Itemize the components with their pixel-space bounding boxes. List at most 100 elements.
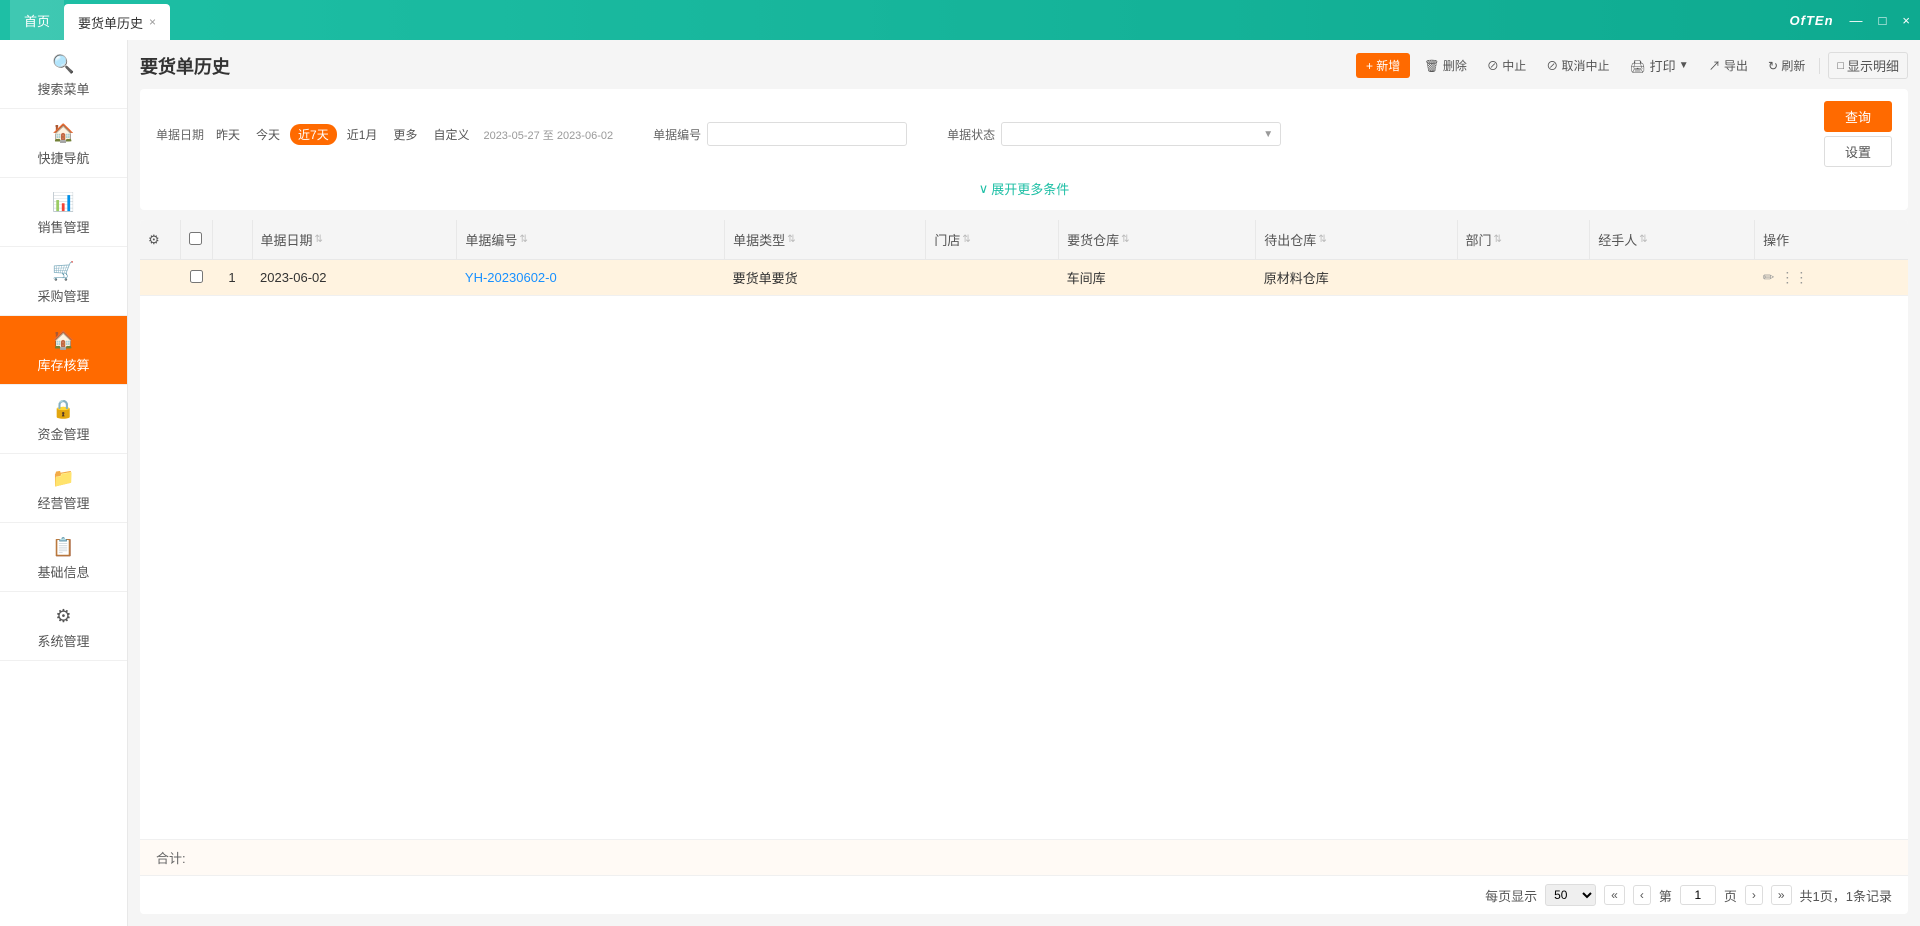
sort-icon-reqwarehouse: ⇅ [1121,234,1129,245]
doc-number-input[interactable] [707,122,907,146]
date-tab-yesterday[interactable]: 昨天 [210,124,246,145]
export-button[interactable]: ↗ 导出 [1703,53,1754,78]
doc-status-label: 单据状态 [947,126,995,143]
expand-more-icon: ∨ [979,181,989,197]
page-number-input[interactable] [1680,885,1716,905]
th-handler-label: 经手人 [1598,230,1637,249]
summary-label: 合计: [156,851,186,866]
sort-icon-pendingwarehouse: ⇅ [1318,234,1326,245]
tab-home[interactable]: 首页 [10,0,64,40]
setting-button[interactable]: 设置 [1824,136,1892,167]
th-doc-number[interactable]: 单据编号 ⇅ [457,220,725,260]
th-checkbox [180,220,212,260]
prev-page-button[interactable]: ‹ [1633,885,1651,905]
first-page-button[interactable]: « [1604,885,1625,905]
select-all-checkbox[interactable] [189,232,202,245]
row-num: 1 [228,270,235,285]
print-dropdown-icon[interactable]: ▼ [1679,60,1689,71]
refresh-button[interactable]: ↻ 刷新 [1762,53,1811,78]
td-pending-warehouse: 原材料仓库 [1256,260,1457,296]
th-date[interactable]: 单据日期 ⇅ [252,220,457,260]
purchase-icon: 🛒 [52,261,74,282]
sidebar-item-base-info[interactable]: 📋 基础信息 [0,523,127,592]
date-filter-group: 单据日期 昨天 今天 近7天 近1月 更多 自定义 [156,124,475,145]
td-settings [140,260,180,296]
table-scroll[interactable]: ⚙ 单据日期 ⇅ [140,220,1908,839]
date-tab-more[interactable]: 更多 [387,124,423,145]
search-menu-icon: 🔍 [52,54,74,75]
window-maximize-icon[interactable]: □ [1879,13,1887,28]
doc-status-dropdown-icon[interactable]: ▼ [1263,129,1273,140]
window-close-icon[interactable]: × [1902,13,1910,28]
th-pending-warehouse[interactable]: 待出仓库 ⇅ [1256,220,1457,260]
next-page-button[interactable]: › [1745,885,1763,905]
pagination-bar: 每页显示 50 10 20 100 « ‹ 第 页 › » 共1页，1条记录 [140,875,1908,914]
sidebar-item-system[interactable]: ⚙ 系统管理 [0,592,127,661]
sidebar-item-label-finance: 资金管理 [37,424,89,443]
td-doc-number: YH-20230602-0 [457,260,725,296]
th-doc-type[interactable]: 单据类型 ⇅ [725,220,926,260]
settings-gear-icon[interactable]: ⚙ [148,232,160,247]
filter-expand-row: ∨ 展开更多条件 [156,173,1892,198]
th-store[interactable]: 门店 ⇅ [926,220,1059,260]
total-records: 共1页，1条记录 [1800,886,1892,905]
th-pending-warehouse-label: 待出仓库 [1264,230,1316,249]
sidebar-item-quick-nav[interactable]: 🏠 快捷导航 [0,109,127,178]
per-page-select[interactable]: 50 10 20 100 [1545,884,1596,906]
sidebar-item-label-quicknav: 快捷导航 [37,148,89,167]
table-area: ⚙ 单据日期 ⇅ [140,220,1908,914]
more-icon[interactable]: ⋮⋮ [1780,269,1808,286]
sort-icon-store: ⇅ [962,234,970,245]
sidebar-item-label-purchase: 采购管理 [37,286,89,305]
expand-more-button[interactable]: ∨ 展开更多条件 [979,179,1070,198]
date-tab-custom[interactable]: 自定义 [427,124,475,145]
quick-nav-icon: 🏠 [52,123,74,144]
expand-more-label: 展开更多条件 [991,179,1069,198]
sidebar-item-label-inventory: 库存核算 [37,355,89,374]
th-handler[interactable]: 经手人 ⇅ [1590,220,1755,260]
date-tab-last7days[interactable]: 近7天 [290,124,337,145]
brand-label: OfTEn [1790,13,1834,28]
sidebar-item-finance[interactable]: 🔒 资金管理 [0,385,127,454]
th-req-warehouse[interactable]: 要货仓库 ⇅ [1059,220,1256,260]
page-header: 要货单历史 + 新增 🗑 删除 ⊘ 中止 ⊘ 取消中止 🖨 打印 ▼ ↗ 导出 … [140,52,1908,79]
close-tab-icon[interactable]: × [149,15,156,29]
td-handler [1590,260,1755,296]
delete-button[interactable]: 🗑 删除 [1418,53,1473,78]
filter-actions: 查询 设置 [1824,101,1892,167]
row-checkbox[interactable] [190,270,203,283]
td-num: 1 [212,260,252,296]
data-table: ⚙ 单据日期 ⇅ [140,220,1908,296]
sidebar-item-sales[interactable]: 📊 销售管理 [0,178,127,247]
sidebar-item-label-baseinfo: 基础信息 [37,562,89,581]
date-range-display: 2023-05-27 至 2023-06-02 [483,125,613,143]
cancel-stop-button[interactable]: ⊘ 取消中止 [1540,53,1615,78]
th-department[interactable]: 部门 ⇅ [1457,220,1590,260]
doc-number-label: 单据编号 [653,126,701,143]
query-button[interactable]: 查询 [1824,101,1892,132]
window-minimize-icon[interactable]: — [1850,13,1863,28]
sidebar-item-label-operations: 经营管理 [37,493,89,512]
row-doc-number-link[interactable]: YH-20230602-0 [465,270,557,285]
print-button[interactable]: 🖨 打印 ▼ [1624,52,1695,79]
new-button[interactable]: + 新增 [1356,53,1410,78]
sidebar-item-purchase[interactable]: 🛒 采购管理 [0,247,127,316]
top-bar-right: OfTEn — □ × [1790,13,1910,28]
show-detail-button[interactable]: □ 显示明细 [1828,52,1908,79]
sidebar-item-inventory[interactable]: 🏠 库存核算 [0,316,127,385]
th-doc-type-label: 单据类型 [733,230,785,249]
last-page-button[interactable]: » [1771,885,1792,905]
tab-requisition-history[interactable]: 要货单历史 × [64,4,170,40]
doc-status-input[interactable] [1001,122,1281,146]
toolbar: + 新增 🗑 删除 ⊘ 中止 ⊘ 取消中止 🖨 打印 ▼ ↗ 导出 ↻ 刷新 □… [1356,52,1908,79]
edit-icon[interactable]: ✏ [1763,269,1775,286]
td-req-warehouse: 车间库 [1059,260,1256,296]
sidebar-item-operations[interactable]: 📁 经营管理 [0,454,127,523]
stop-button[interactable]: ⊘ 中止 [1481,53,1532,78]
sidebar-item-search-menu[interactable]: 🔍 搜索菜单 [0,40,127,109]
date-tab-last1month[interactable]: 近1月 [341,124,384,145]
system-icon: ⚙ [55,606,71,627]
date-tab-today[interactable]: 今天 [250,124,286,145]
doc-number-filter-group: 单据编号 [653,122,907,146]
table-row: 1 2023-06-02 YH-20230602-0 要货单要货 [140,260,1908,296]
